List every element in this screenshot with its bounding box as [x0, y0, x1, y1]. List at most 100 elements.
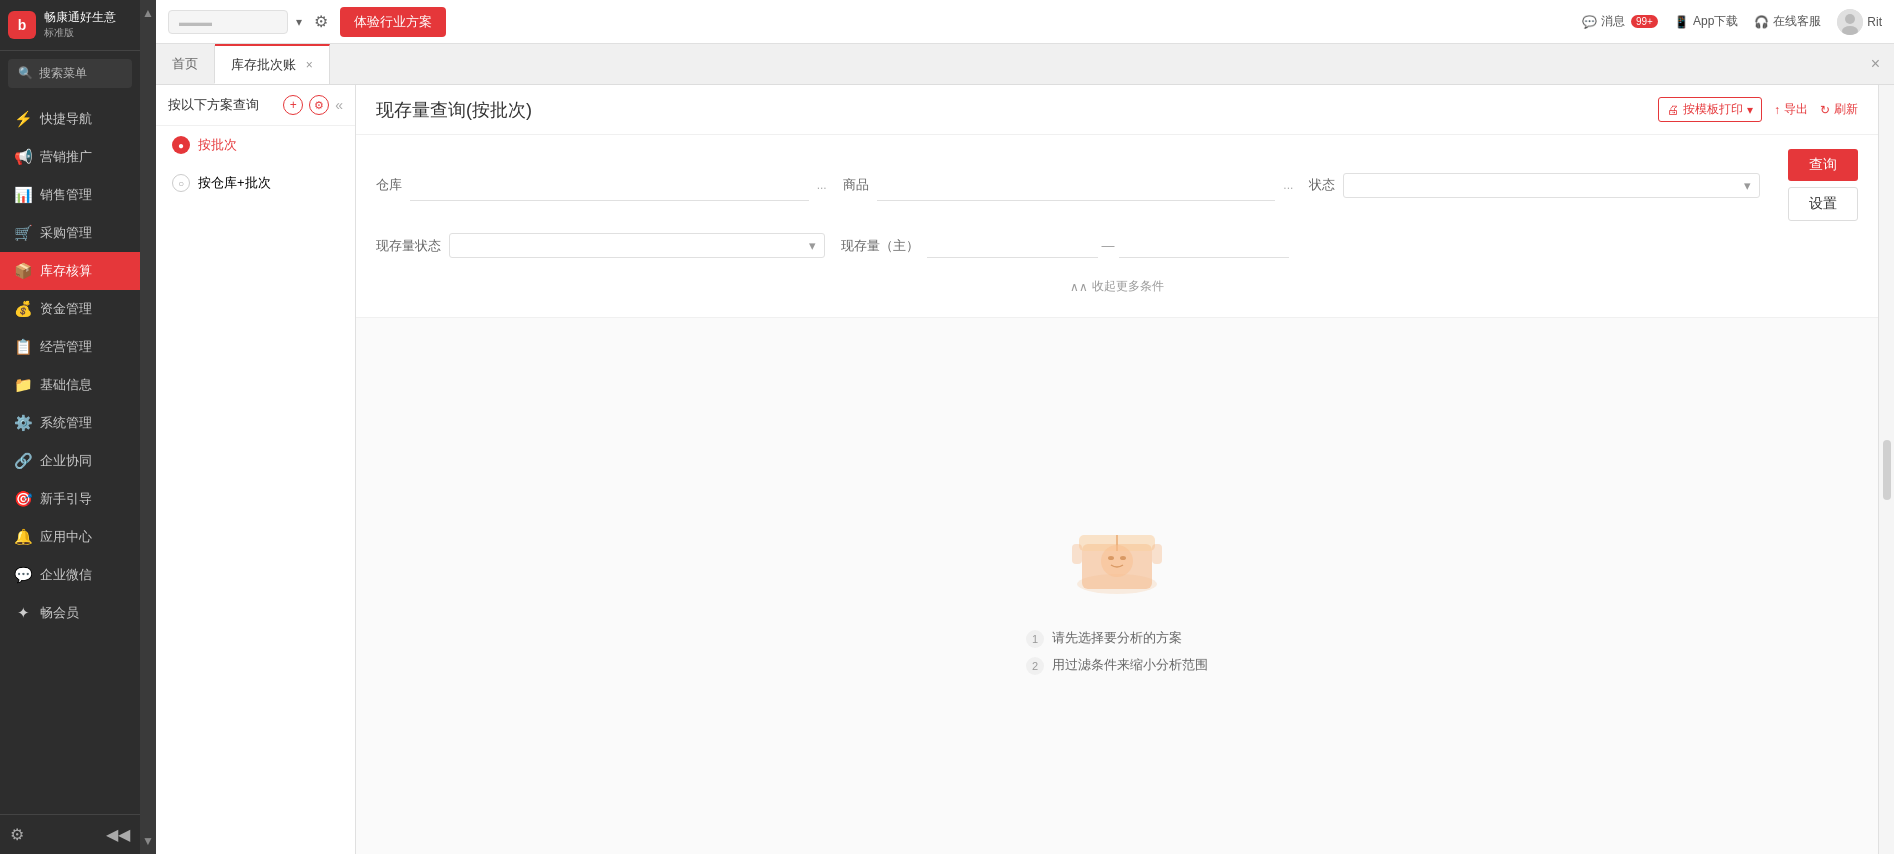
inventory-status-field: 现存量状态 ▾	[376, 233, 825, 258]
main-content: ▬▬▬ ▾ ⚙ 体验行业方案 💬 消息 99+ 📱 App下载 🎧 在线客服	[156, 0, 1894, 854]
product-input[interactable]	[883, 173, 1270, 196]
sidebar-item-label: 企业微信	[40, 566, 92, 584]
user-menu[interactable]: Rit	[1837, 9, 1882, 35]
print-btn[interactable]: 🖨 按模板打印 ▾	[1658, 97, 1762, 122]
export-btn[interactable]: ↑ 导出	[1774, 101, 1808, 118]
inventory-status-arrow: ▾	[809, 238, 816, 253]
scroll-down-icon[interactable]: ▼	[140, 832, 156, 850]
sidebar-header: b 畅康通好生意 标准版	[0, 0, 140, 51]
inventory-qty-label: 现存量（主）	[841, 237, 919, 255]
sidebar-item-purchase[interactable]: 🛒 采购管理	[0, 214, 140, 252]
newcomer-icon: 🎯	[14, 490, 32, 508]
settings-btn[interactable]: 设置	[1788, 187, 1858, 221]
online-service-btn[interactable]: 🎧 在线客服	[1754, 13, 1821, 30]
sidebar-item-finance[interactable]: 💰 资金管理	[0, 290, 140, 328]
inventory-qty-min[interactable]	[927, 234, 1098, 258]
tip-2-text: 用过滤条件来缩小分析范围	[1052, 656, 1208, 674]
status-dropdown[interactable]: ▾	[1343, 173, 1760, 198]
filter-row-2: 现存量状态 ▾ 现存量（主） —	[376, 233, 1858, 258]
filter-row-1: 仓库 ... 商品 ...	[376, 149, 1858, 221]
action-buttons: 查询 设置	[1788, 149, 1858, 221]
sidebar-search-btn[interactable]: 🔍 搜索菜单	[8, 59, 132, 88]
left-panel-title: 按以下方案查询	[168, 96, 259, 114]
product-more-icon[interactable]: ...	[1283, 178, 1293, 192]
collapse-label: 收起更多条件	[1092, 278, 1164, 295]
empty-svg	[1057, 489, 1177, 609]
tab-inventory-batch[interactable]: 库存批次账 ×	[215, 44, 330, 84]
plan-settings-icon[interactable]: ⚙	[309, 95, 329, 115]
export-icon: ↑	[1774, 103, 1780, 117]
phone-icon: 📱	[1674, 15, 1689, 29]
collapse-up-icon: ∧∧	[1070, 280, 1088, 294]
sidebar-item-basic-info[interactable]: 📁 基础信息	[0, 366, 140, 404]
settings-icon[interactable]: ⚙	[10, 825, 24, 844]
sidebar-scrollbar: ▲ ▼	[140, 0, 156, 854]
sidebar-item-quick-nav[interactable]: ⚡ 快捷导航	[0, 100, 140, 138]
collapse-sidebar-icon[interactable]: ◀◀	[106, 825, 130, 844]
sidebar-item-app-center[interactable]: 🔔 应用中心	[0, 518, 140, 556]
plan-item-by-warehouse-batch[interactable]: ○ 按仓库+批次	[156, 164, 355, 202]
sidebar-item-enterprise-wechat[interactable]: 💬 企业微信	[0, 556, 140, 594]
inventory-qty-field: 现存量（主） —	[841, 234, 1290, 258]
sidebar-footer: ⚙ ◀◀	[0, 814, 140, 854]
sidebar-item-label: 新手引导	[40, 490, 92, 508]
tab-home[interactable]: 首页	[156, 45, 215, 83]
tab-close-icon[interactable]: ×	[306, 58, 313, 72]
close-panel-icon[interactable]: ×	[1857, 45, 1894, 83]
refresh-btn[interactable]: ↻ 刷新	[1820, 101, 1858, 118]
trial-btn[interactable]: 体验行业方案	[340, 7, 446, 37]
tip-1-num: 1	[1026, 630, 1044, 648]
messages-btn[interactable]: 💬 消息 99+	[1582, 13, 1658, 30]
sales-icon: 📊	[14, 186, 32, 204]
page-title: 现存量查询(按批次)	[376, 98, 532, 122]
tab-home-label: 首页	[172, 56, 198, 71]
scroll-up-icon[interactable]: ▲	[140, 4, 156, 22]
topbar-gear-icon[interactable]: ⚙	[314, 12, 328, 31]
empty-tip-2: 2 用过滤条件来缩小分析范围	[1026, 656, 1208, 675]
filter-area: 仓库 ... 商品 ...	[356, 135, 1878, 318]
headset-icon: 🎧	[1754, 15, 1769, 29]
sidebar-item-label: 系统管理	[40, 414, 92, 432]
sidebar-item-marketing[interactable]: 📢 营销推广	[0, 138, 140, 176]
sidebar-item-sales[interactable]: 📊 销售管理	[0, 176, 140, 214]
svg-point-8	[1108, 556, 1114, 560]
query-btn[interactable]: 查询	[1788, 149, 1858, 181]
export-label: 导出	[1784, 101, 1808, 118]
plan-label: 按仓库+批次	[198, 174, 271, 192]
app-version: 标准版	[44, 26, 116, 40]
inventory-qty-max[interactable]	[1119, 234, 1290, 258]
app-info: 畅康通好生意 标准版	[44, 10, 116, 40]
sidebar-item-enterprise[interactable]: 🔗 企业协同	[0, 442, 140, 480]
svg-rect-10	[1072, 544, 1082, 564]
sidebar-item-members[interactable]: ✦ 畅会员	[0, 594, 140, 632]
collapse-filter-btn[interactable]: ∧∧ 收起更多条件	[1062, 270, 1172, 303]
status-label: 状态	[1309, 176, 1335, 194]
collapse-filter-row: ∧∧ 收起更多条件	[376, 270, 1858, 303]
add-plan-icon[interactable]: +	[283, 95, 303, 115]
plan-label: 按批次	[198, 136, 237, 154]
empty-tips: 1 请先选择要分析的方案 2 用过滤条件来缩小分析范围	[1026, 629, 1208, 683]
status-field: 状态 ▾	[1309, 173, 1760, 198]
plan-item-by-batch[interactable]: ● 按批次	[156, 126, 355, 164]
topbar: ▬▬▬ ▾ ⚙ 体验行业方案 💬 消息 99+ 📱 App下载 🎧 在线客服	[156, 0, 1894, 44]
sidebar-item-inventory[interactable]: 📦 库存核算	[0, 252, 140, 290]
left-panel-icons: + ⚙ «	[283, 95, 343, 115]
page-header: 现存量查询(按批次) 🖨 按模板打印 ▾ ↑ 导出 ↻ 刷新	[356, 85, 1878, 135]
scroll-thumb[interactable]	[1883, 440, 1891, 500]
warehouse-more-icon[interactable]: ...	[817, 178, 827, 192]
sidebar-item-newcomer[interactable]: 🎯 新手引导	[0, 480, 140, 518]
collapse-left-panel-icon[interactable]: «	[335, 97, 343, 113]
topbar-dropdown-icon[interactable]: ▾	[296, 15, 302, 29]
sidebar: b 畅康通好生意 标准版 🔍 搜索菜单 ⚡ 快捷导航 📢 营销推广 📊 销售管理…	[0, 0, 140, 854]
enterprise-icon: 🔗	[14, 452, 32, 470]
logo-text: b	[18, 17, 27, 33]
inventory-status-dropdown[interactable]: ▾	[449, 233, 825, 258]
messages-badge: 99+	[1631, 15, 1658, 28]
app-download-btn[interactable]: 📱 App下载	[1674, 13, 1738, 30]
sidebar-item-label: 经营管理	[40, 338, 92, 356]
sidebar-item-operations[interactable]: 📋 经营管理	[0, 328, 140, 366]
warehouse-input[interactable]	[416, 173, 803, 196]
print-dropdown-icon: ▾	[1747, 103, 1753, 117]
left-panel: 按以下方案查询 + ⚙ « ● 按批次 ○ 按仓库+批次	[156, 85, 356, 854]
sidebar-item-system[interactable]: ⚙️ 系统管理	[0, 404, 140, 442]
